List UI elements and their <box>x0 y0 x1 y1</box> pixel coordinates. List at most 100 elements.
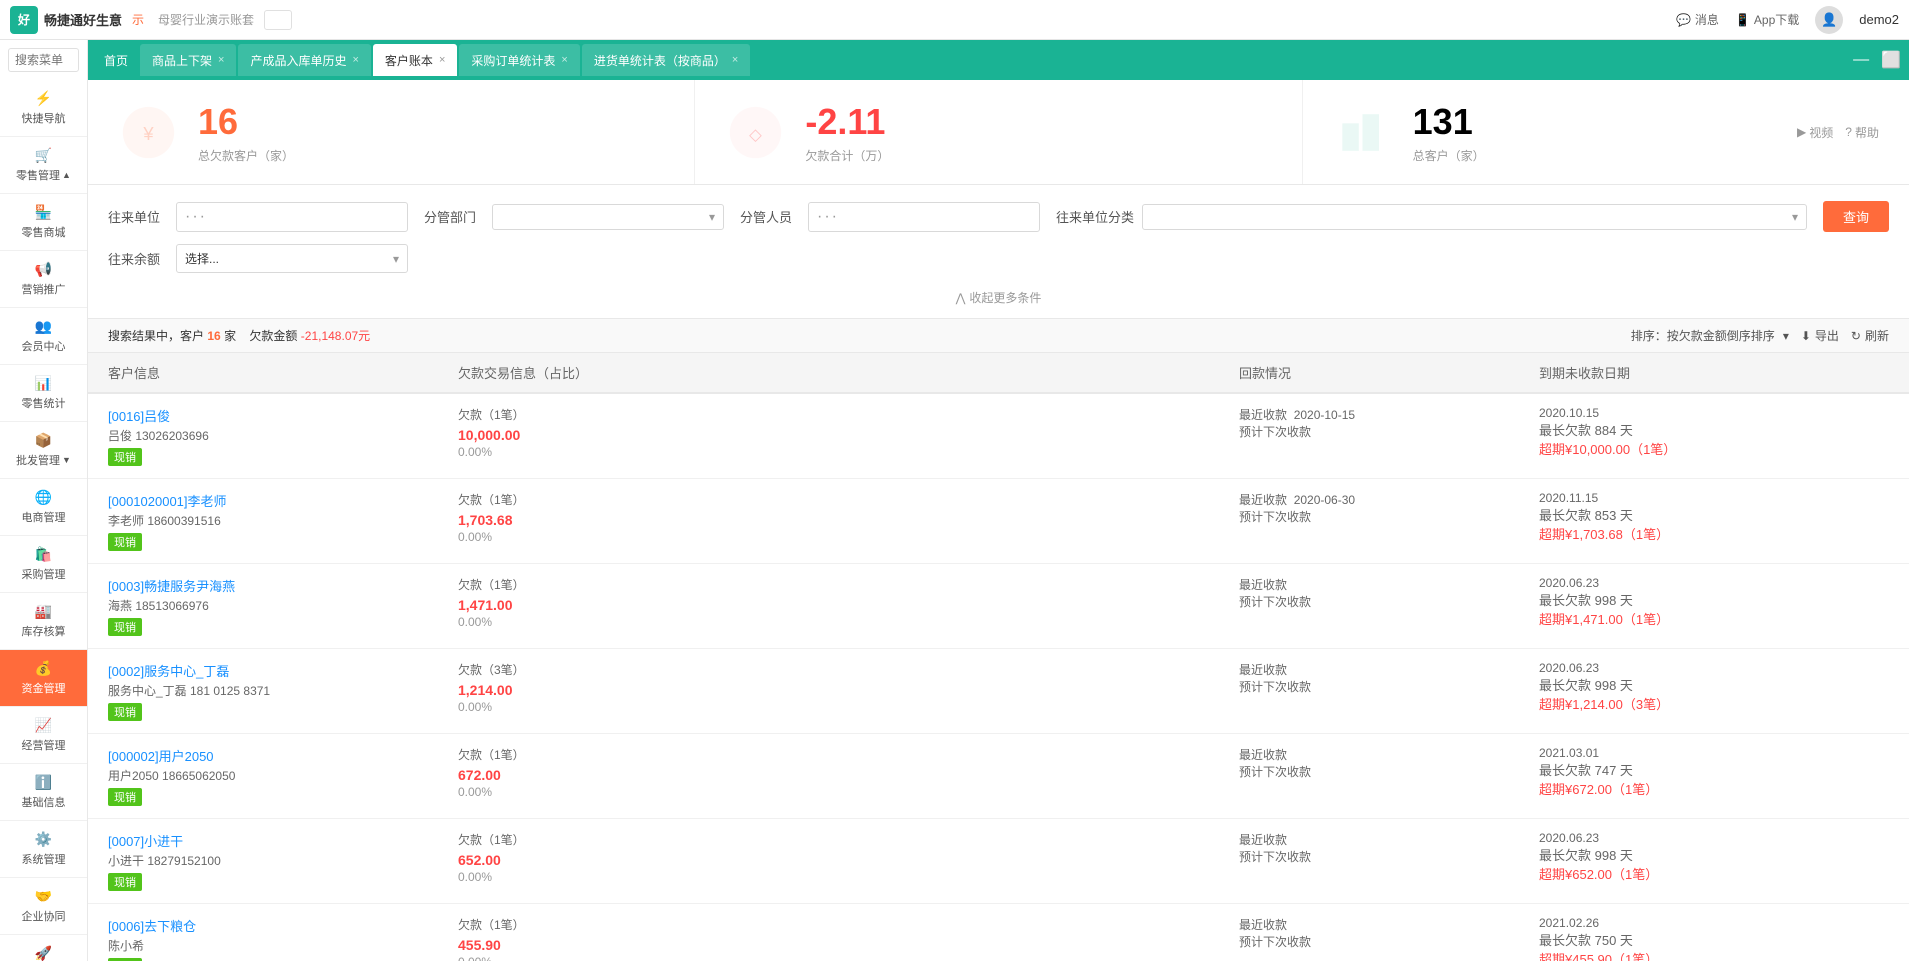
sidebar-item-purchase[interactable]: 🛍️ 采购管理 <box>0 536 87 593</box>
customer-info-3: [0002]服务中心_丁磊 服务中心_丁磊 181 0125 8371 现销 <box>108 661 458 721</box>
customer-name-1[interactable]: [0001020001]李老师 <box>108 494 227 509</box>
sidebar-item-batch-mgmt[interactable]: 📦 批发管理 ▼ <box>0 422 87 479</box>
overdue-link-5[interactable]: 超期¥652.00（1笔） <box>1539 867 1658 882</box>
sidebar-item-enterprise[interactable]: 🤝 企业协同 <box>0 878 87 935</box>
tab-home[interactable]: 首页 <box>92 52 140 69</box>
overdue-link-0[interactable]: 超期¥10,000.00（1笔） <box>1539 442 1676 457</box>
tab-close-product-off[interactable]: × <box>218 54 224 66</box>
due-date-info-4: 2021.03.01 最长欠款 747 天 超期¥672.00（1笔） <box>1539 746 1889 798</box>
stat-info-debt-customers: 16 总欠款客户（家） <box>198 100 294 164</box>
help-btn[interactable]: ? 帮助 <box>1845 124 1879 141</box>
customer-name-4[interactable]: [000002]用户2050 <box>108 749 214 764</box>
debt-desc-3: 欠款（3笔） <box>458 661 1239 678</box>
search-input[interactable] <box>8 48 79 72</box>
sidebar-item-sys[interactable]: ⚙️ 系统管理 <box>0 821 87 878</box>
sidebar-item-new-guide[interactable]: 🚀 新手引导 <box>0 935 87 961</box>
tab-import-stats[interactable]: 进货单统计表（按商品） × <box>582 44 750 76</box>
export-btn[interactable]: ⬇ 导出 <box>1801 327 1839 344</box>
overdue-days-3: 最长欠款 998 天 <box>1539 675 1889 694</box>
customer-phone-4: 用户2050 18665062050 <box>108 767 458 784</box>
sidebar-item-ecom[interactable]: 🌐 电商管理 <box>0 479 87 536</box>
tab-bar-maximize-btn[interactable]: ⬜ <box>1877 50 1905 70</box>
dept-label: 分管部门 <box>424 207 484 226</box>
debt-ratio-2: 0.00% <box>458 615 1239 629</box>
debt-amount-4: 672.00 <box>458 767 1239 783</box>
sidebar-item-retail-mgmt[interactable]: 🛒 零售管理 ▲ <box>0 137 87 194</box>
view-btn[interactable]: ▶ 视频 <box>1797 124 1833 141</box>
stat-card-debt-customers: ¥ 16 总欠款客户（家） <box>88 80 695 184</box>
nav-icon-operations: 📈 <box>35 717 52 734</box>
sidebar-item-marketing[interactable]: 📢 营销推广 <box>0 251 87 308</box>
stat-icon-debt-customers: ¥ <box>118 102 178 162</box>
sidebar-item-quick-nav[interactable]: ⚡ 快捷导航 <box>0 80 87 137</box>
debt-info-3: 欠款（3笔） 1,214.00 0.00% <box>458 661 1239 714</box>
tab-close-purchase-order[interactable]: × <box>561 54 567 66</box>
table-row: [0003]畅捷服务尹海燕 海燕 18513066976 现销 欠款（1笔） 1… <box>88 564 1909 649</box>
stat-icon-total-customers <box>1333 102 1393 162</box>
account-selector[interactable] <box>264 10 292 30</box>
dept-select[interactable]: ▾ <box>492 204 724 230</box>
sidebar-item-basic-info[interactable]: ℹ️ 基础信息 <box>0 764 87 821</box>
due-date-1: 2020.11.15 <box>1539 491 1889 505</box>
sidebar-item-inventory[interactable]: 🏭 库存核算 <box>0 593 87 650</box>
unit-category-select[interactable]: ▾ <box>1142 204 1807 230</box>
nav-item-row-2: 批发管理 ▼ <box>16 452 71 468</box>
overdue-link-1[interactable]: 超期¥1,703.68（1笔） <box>1539 527 1669 542</box>
overdue-link-4[interactable]: 超期¥672.00（1笔） <box>1539 782 1658 797</box>
debt-desc-5: 欠款（1笔） <box>458 831 1239 848</box>
filter-balance: 往来余额 选择... ▾ <box>108 244 408 273</box>
payback-label-0: 最近收款 2020-10-15 <box>1239 406 1539 423</box>
search-btn[interactable]: 查询 <box>1823 201 1889 232</box>
app-download-btn[interactable]: 📱 App下载 <box>1735 11 1799 28</box>
payback-label-2: 最近收款 <box>1239 576 1539 593</box>
tab-customer-account[interactable]: 客户账本 × <box>373 44 457 76</box>
customer-tag-5: 现销 <box>108 873 142 891</box>
sidebar-item-label: 快捷导航 <box>22 110 66 126</box>
tab-produce-history[interactable]: 产成品入库单历史 × <box>238 44 370 76</box>
sidebar-item-retail-stats[interactable]: 📊 零售统计 <box>0 365 87 422</box>
balance-select[interactable]: 选择... ▾ <box>176 244 408 273</box>
due-date-info-2: 2020.06.23 最长欠款 998 天 超期¥1,471.00（1笔） <box>1539 576 1889 628</box>
overdue-link-2[interactable]: 超期¥1,471.00（1笔） <box>1539 612 1669 627</box>
tab-close-produce-history[interactable]: × <box>352 54 358 66</box>
customer-name-0[interactable]: [0016]吕俊 <box>108 409 170 424</box>
customer-name-3[interactable]: [0002]服务中心_丁磊 <box>108 664 229 679</box>
source-unit-input[interactable]: ··· <box>176 202 408 232</box>
debt-amount-0: 10,000.00 <box>458 427 1239 443</box>
messages-btn[interactable]: 💬 消息 <box>1676 11 1719 28</box>
sidebar-item-member[interactable]: 👥 会员中心 <box>0 308 87 365</box>
customer-name-2[interactable]: [0003]畅捷服务尹海燕 <box>108 579 235 594</box>
refresh-btn[interactable]: ↻ 刷新 <box>1851 327 1889 344</box>
tab-close-customer-account[interactable]: × <box>439 54 445 66</box>
avatar[interactable]: 👤 <box>1815 6 1843 34</box>
tab-product-off[interactable]: 商品上下架 × <box>140 44 236 76</box>
table-row: [0006]去下粮仓 陈小希 现销 欠款（1笔） 455.90 0.00% 最近… <box>88 904 1909 961</box>
debt-desc-0: 欠款（1笔） <box>458 406 1239 423</box>
sidebar-item-capital[interactable]: 💰 资金管理 <box>0 650 87 707</box>
manager-input[interactable]: ··· <box>808 202 1040 232</box>
stat-card-actions: ▶ 视频 ? 帮助 <box>1797 124 1879 141</box>
tab-purchase-order-label: 采购订单统计表 <box>471 52 555 69</box>
customer-name-5[interactable]: [0007]小进干 <box>108 834 183 849</box>
collapse-btn[interactable]: ⋀ 收起更多条件 <box>108 285 1889 310</box>
sidebar-item-retail-mall[interactable]: 🏪 零售商城 <box>0 194 87 251</box>
customer-tag-1: 现销 <box>108 533 142 551</box>
debt-prefix: 欠款金额 <box>249 329 297 343</box>
customer-info-2: [0003]畅捷服务尹海燕 海燕 18513066976 现销 <box>108 576 458 636</box>
tab-close-import-stats[interactable]: × <box>732 54 738 66</box>
sidebar-item-label: 批发管理 <box>16 452 60 468</box>
help-icon: ? <box>1845 125 1852 139</box>
overdue-link-3[interactable]: 超期¥1,214.00（3笔） <box>1539 697 1669 712</box>
collapse-icon: ⋀ <box>956 291 966 305</box>
stat-debt-customers-label: 总欠款客户（家） <box>198 147 294 164</box>
header-debt-info: 欠款交易信息（占比） <box>458 363 1239 382</box>
avatar-icon: 👤 <box>1821 12 1837 28</box>
sort-select[interactable]: 排序：按欠款金额倒序排序 ▾ <box>1631 327 1789 344</box>
sidebar-item-operations[interactable]: 📈 经营管理 <box>0 707 87 764</box>
customer-name-6[interactable]: [0006]去下粮仓 <box>108 919 196 934</box>
tab-bar-minimize-btn[interactable]: — <box>1849 51 1873 69</box>
main-content: ¥ 16 总欠款客户（家） ◇ <box>88 80 1909 961</box>
logo-icon: 好 <box>10 6 38 34</box>
overdue-link-6[interactable]: 超期¥455.90（1笔） <box>1539 952 1658 961</box>
tab-purchase-order[interactable]: 采购订单统计表 × <box>459 44 579 76</box>
